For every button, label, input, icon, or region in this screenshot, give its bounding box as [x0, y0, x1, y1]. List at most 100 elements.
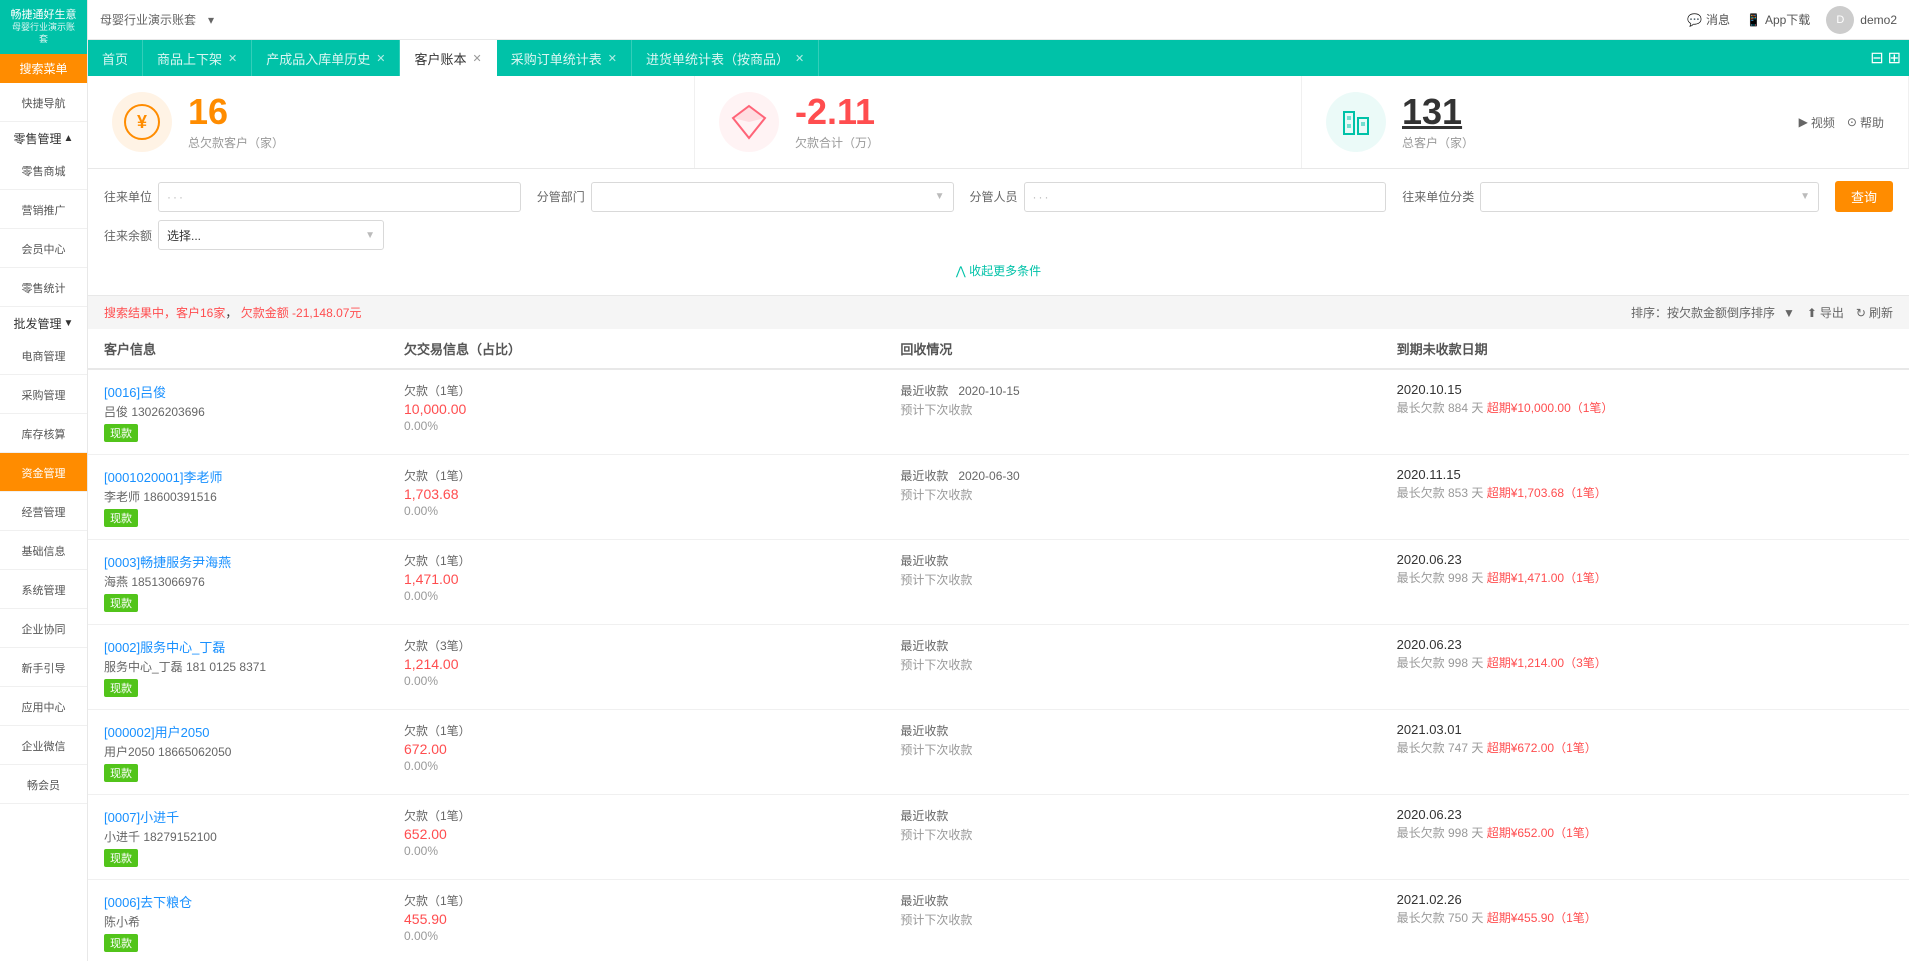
sidebar-item-sys-mgmt[interactable]: 系统管理 [0, 570, 87, 609]
sidebar-item-finance[interactable]: 资金管理 [0, 453, 87, 492]
tab-actions: ⊟ ⊞ [1862, 40, 1909, 76]
sidebar-item-retail-mgmt[interactable]: 零售管理 ▲ [0, 122, 87, 151]
filter-row-1: 往来单位 ··· 分管部门 ▼ 分管人员 ··· [104, 181, 1893, 212]
user-menu[interactable]: D demo2 [1826, 6, 1897, 34]
sort-select[interactable]: 排序：按欠款金额倒序排序 ▼ [1631, 304, 1795, 321]
close-icon[interactable]: ✕ [795, 52, 804, 65]
sidebar-item-ecom-mgmt[interactable]: 电商管理 [0, 336, 87, 375]
sidebar-item-inventory[interactable]: 库存核算 [0, 414, 87, 453]
due-date-cell: 2020.06.23 最长欠款 998 天 超期¥1,471.00（1笔） [1397, 552, 1893, 586]
sidebar-item-app-center[interactable]: 应用中心 [0, 687, 87, 726]
stat-total-info: 131 总客户（家） [1402, 94, 1474, 151]
close-icon[interactable]: ✕ [608, 52, 617, 65]
person-label: 分管人员 [970, 188, 1018, 205]
customer-name-link[interactable]: [0002]服务中心_丁磊 [104, 637, 404, 656]
from-unit-input[interactable]: ··· [158, 182, 521, 212]
sidebar-item-retail-stat[interactable]: 零售统计 [0, 268, 87, 307]
sidebar-item-corp-wechat[interactable]: 企业微信 [0, 726, 87, 765]
from-unit-label: 往来单位 [104, 188, 152, 205]
video-button[interactable]: ▶ 视频 [1799, 114, 1835, 131]
avatar: D [1826, 6, 1854, 34]
overdue-link[interactable]: 超期¥1,214.00（3笔） [1487, 656, 1607, 670]
refresh-button[interactable]: ↻ 刷新 [1856, 304, 1893, 321]
table-row: [0001020001]李老师 李老师 18600391516 现款 欠款（1笔… [88, 455, 1909, 540]
balance-type-select[interactable]: 选择... ▼ [158, 220, 384, 250]
customer-tag: 现款 [104, 764, 138, 782]
sidebar-item-member[interactable]: 会员中心 [0, 229, 87, 268]
sidebar-item-biz-mgmt[interactable]: 经营管理 [0, 492, 87, 531]
customer-name-link[interactable]: [000002]用户2050 [104, 722, 404, 741]
customer-name-link[interactable]: [0006]去下粮仓 [104, 892, 404, 911]
building-icon [1326, 92, 1386, 152]
customer-name-link[interactable]: [0007]小进千 [104, 807, 404, 826]
collection-cell: 最近收款 2020-06-30 预计下次收款 [900, 467, 1396, 503]
customer-name-link[interactable]: [0001020001]李老师 [104, 467, 404, 486]
tab-purchase-order[interactable]: 采购订单统计表 ✕ [497, 40, 632, 76]
chevron-down-icon: ▼ [935, 191, 945, 202]
collection-cell: 最近收款 2020-10-15 预计下次收款 [900, 382, 1396, 418]
filter-row-2: 往来余额 选择... ▼ [104, 220, 1893, 250]
customer-phone: 海燕 18513066976 [104, 573, 404, 590]
overdue-link[interactable]: 超期¥652.00（1笔） [1487, 826, 1597, 840]
sidebar-item-vip-member[interactable]: 畅会员 [0, 765, 87, 804]
sidebar-item-batch-mgmt[interactable]: 批发管理 ▼ [0, 307, 87, 336]
chevron-down-icon: ▼ [64, 318, 74, 329]
sidebar-item-quick-nav[interactable]: 快捷导航 [0, 83, 87, 122]
message-button[interactable]: 💬 消息 [1687, 11, 1730, 28]
video-icon: ▶ [1799, 115, 1808, 129]
stat-overdue-customers: ¥ 16 总欠款客户（家） [88, 76, 695, 168]
customer-info-cell: [0003]畅捷服务尹海燕 海燕 18513066976 现款 [104, 552, 404, 612]
tab-home[interactable]: 首页 [88, 40, 143, 76]
customer-name-link[interactable]: [0003]畅捷服务尹海燕 [104, 552, 404, 571]
overdue-link[interactable]: 超期¥1,471.00（1笔） [1487, 571, 1607, 585]
overdue-link[interactable]: 超期¥672.00（1笔） [1487, 741, 1597, 755]
close-icon[interactable]: ✕ [473, 52, 482, 65]
query-button[interactable]: 查询 [1835, 181, 1893, 212]
customer-info-cell: [0016]吕俊 吕俊 13026203696 现款 [104, 382, 404, 442]
dept-select[interactable]: ▼ [591, 182, 954, 212]
tab-customer-account[interactable]: 客户账本 ✕ [400, 40, 496, 76]
tab-product-history[interactable]: 产成品入库单历史 ✕ [252, 40, 400, 76]
sidebar-item-corp-collab[interactable]: 企业协同 [0, 609, 87, 648]
due-date-cell: 2021.02.26 最长欠款 750 天 超期¥455.90（1笔） [1397, 892, 1893, 926]
maximize-icon[interactable]: ⊞ [1888, 48, 1901, 68]
svg-text:¥: ¥ [137, 112, 147, 132]
sidebar-item-marketing[interactable]: 营销推广 [0, 190, 87, 229]
sidebar-item-purchase-mgmt[interactable]: 采购管理 [0, 375, 87, 414]
table-row: [0007]小进千 小进千 18279152100 现款 欠款（1笔） 652.… [88, 795, 1909, 880]
due-date-cell: 2021.03.01 最长欠款 747 天 超期¥672.00（1笔） [1397, 722, 1893, 756]
overdue-customers-value: 16 [188, 94, 284, 130]
close-icon[interactable]: ✕ [376, 52, 385, 65]
tab-product-online[interactable]: 商品上下架 ✕ [143, 40, 252, 76]
overdue-link[interactable]: 超期¥455.90（1笔） [1487, 911, 1597, 925]
sidebar-nav: 快捷导航 零售管理 ▲ 零售商城 营销推广 会员中心 零售统计 批发管理 ▼ 电… [0, 83, 87, 961]
refresh-icon: ↻ [1856, 306, 1866, 320]
topbar-right: 💬 消息 📱 App下载 D demo2 [1687, 6, 1897, 34]
sidebar-item-new-guide[interactable]: 新手引导 [0, 648, 87, 687]
customer-phone: 陈小希 [104, 913, 404, 930]
tab-inbound-stat[interactable]: 进货单统计表（按商品） ✕ [632, 40, 819, 76]
filter-from-unit: 往来单位 ··· [104, 182, 521, 212]
sidebar-item-basic-info[interactable]: 基础信息 [0, 531, 87, 570]
close-icon[interactable]: ✕ [228, 52, 237, 65]
minimize-icon[interactable]: ⊟ [1870, 48, 1883, 68]
collection-cell: 最近收款 预计下次收款 [900, 552, 1396, 588]
overdue-link[interactable]: 超期¥10,000.00（1笔） [1487, 401, 1614, 415]
results-actions: 排序：按欠款金额倒序排序 ▼ ⬆ 导出 ↻ 刷新 [1631, 304, 1893, 321]
export-button[interactable]: ⬆ 导出 [1807, 304, 1844, 321]
help-button[interactable]: ⊙ 帮助 [1847, 114, 1884, 131]
unit-category-select[interactable]: ▼ [1480, 182, 1819, 212]
filter-toggle-button[interactable]: ⋀ 收起更多条件 [104, 258, 1893, 283]
table-header: 客户信息 欠交易信息（占比） 回收情况 到期未收款日期 [88, 329, 1909, 370]
stat-overdue-amount: -2.11 欠款合计（万） [695, 76, 1302, 168]
customer-name-link[interactable]: [0016]吕俊 [104, 382, 404, 401]
search-menu-button[interactable]: 搜索菜单 [0, 54, 87, 83]
chevron-down-icon: ▼ [1800, 191, 1810, 202]
person-input[interactable]: ··· [1024, 182, 1387, 212]
overdue-link[interactable]: 超期¥1,703.68（1笔） [1487, 486, 1607, 500]
customer-tag: 现款 [104, 849, 138, 867]
overdue-amount-value: -2.11 [795, 94, 879, 130]
sidebar-item-retail-mall[interactable]: 零售商城 [0, 151, 87, 190]
app-download-button[interactable]: 📱 App下载 [1746, 11, 1810, 28]
results-text: 搜索结果中，客户16家， 欠款金额 -21,148.07元 [104, 304, 361, 321]
